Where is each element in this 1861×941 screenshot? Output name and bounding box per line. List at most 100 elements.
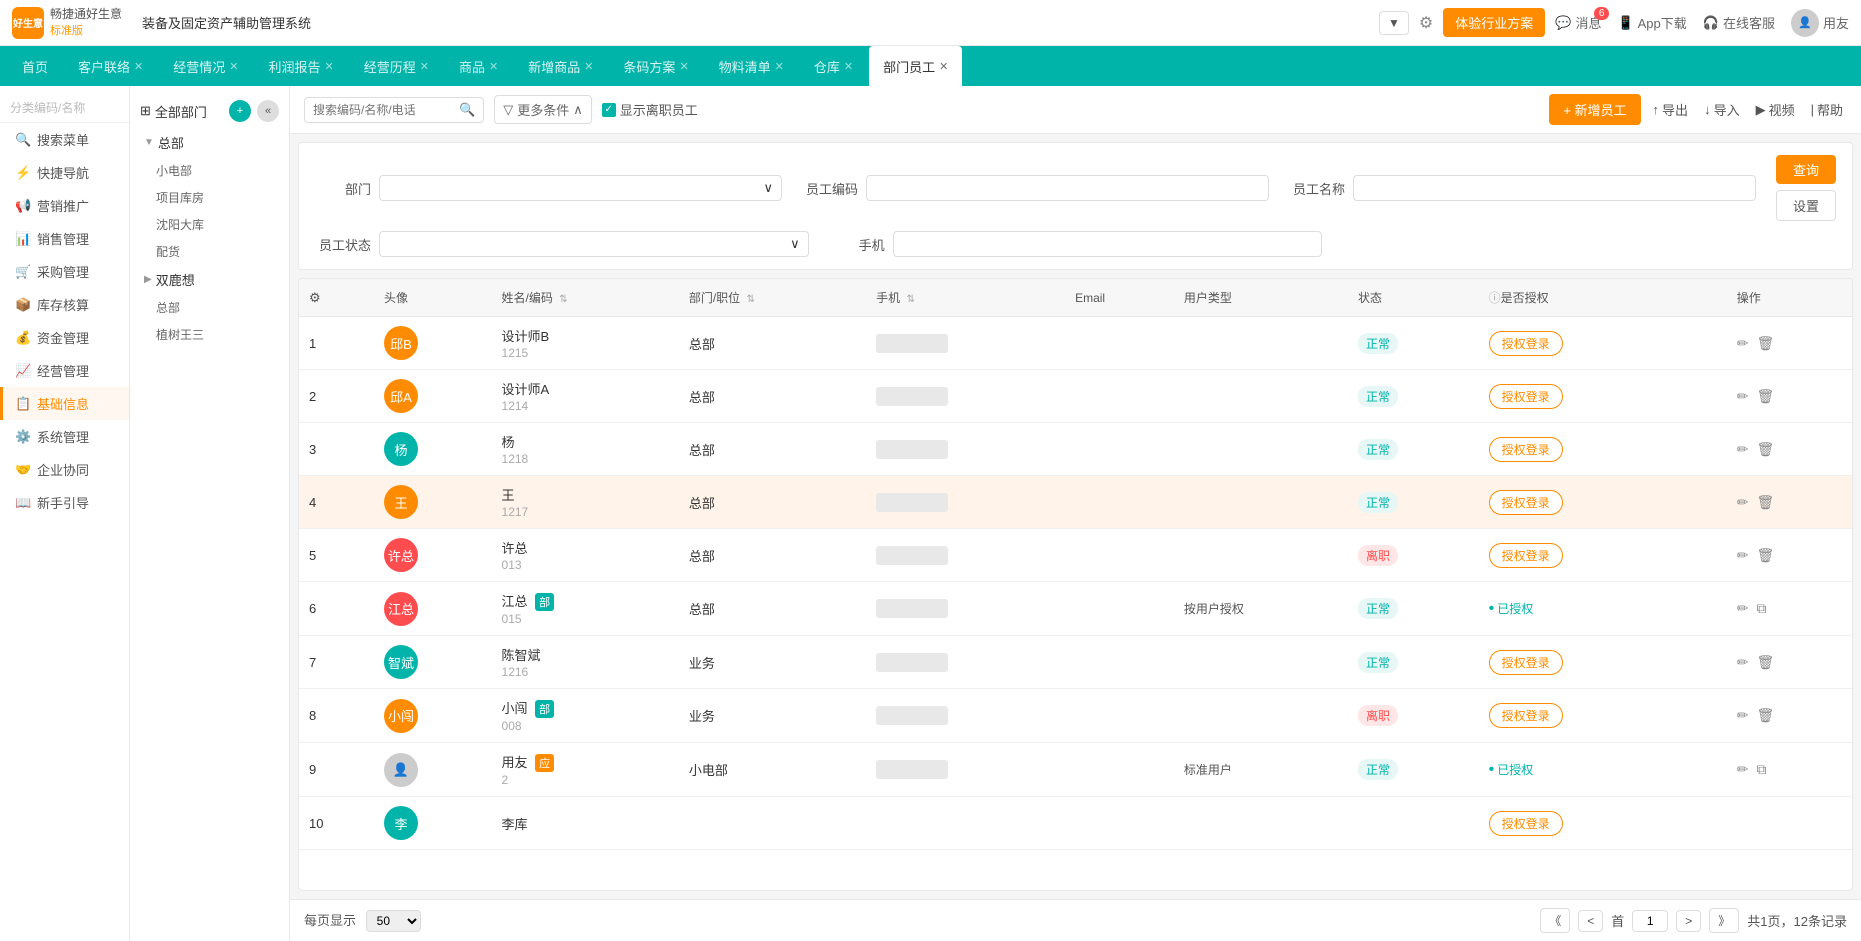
filter-query-btn[interactable]: 查询: [1776, 155, 1836, 184]
sidebar-item-purchase[interactable]: 🛒采购管理: [0, 255, 129, 288]
close-icon[interactable]: ✕: [939, 60, 948, 73]
edit-btn[interactable]: ✏: [1737, 761, 1749, 778]
col-settings[interactable]: ⚙: [299, 279, 374, 317]
sidebar-item-finance[interactable]: 💰资金管理: [0, 321, 129, 354]
auth-btn[interactable]: 授权登录: [1489, 331, 1563, 356]
dept-tree-item-zhishu[interactable]: 植树王三: [130, 321, 289, 348]
sidebar-item-guide[interactable]: 📖新手引导: [0, 486, 129, 519]
filter-set-btn[interactable]: 设置: [1776, 190, 1836, 221]
edit-btn[interactable]: ✏: [1737, 494, 1749, 511]
app-download-btn[interactable]: 📱 App下载: [1617, 13, 1686, 32]
close-icon[interactable]: ✕: [679, 60, 688, 73]
delete-btn[interactable]: 🗑: [1756, 388, 1774, 405]
delete-btn[interactable]: 🗑: [1756, 494, 1774, 511]
close-icon[interactable]: ✕: [775, 60, 784, 73]
tab-goods[interactable]: 商品 ✕: [445, 46, 512, 86]
copy-btn[interactable]: ⧉: [1756, 761, 1766, 778]
sidebar-item-sales[interactable]: 📊销售管理: [0, 222, 129, 255]
sidebar-item-basic[interactable]: 📋基础信息: [0, 387, 129, 420]
filter-phone-input[interactable]: [893, 231, 1323, 257]
tab-department[interactable]: 部门员工 ✕: [869, 46, 962, 86]
close-icon[interactable]: ✕: [489, 60, 498, 73]
search-input[interactable]: [313, 103, 453, 117]
edit-btn[interactable]: ✏: [1737, 441, 1749, 458]
filter-code-input[interactable]: [866, 175, 1269, 201]
gear-icon[interactable]: ⚙: [1419, 13, 1433, 33]
export-btn[interactable]: ↑ 导出: [1649, 96, 1693, 123]
edit-btn[interactable]: ✏: [1737, 388, 1749, 405]
page-size-select[interactable]: 50 100: [366, 910, 421, 932]
tab-material[interactable]: 物料清单 ✕: [705, 46, 798, 86]
dept-tree-item-shuanglu[interactable]: ▶ 双鹿想: [130, 265, 289, 294]
prev-page-btn[interactable]: <: [1578, 910, 1603, 932]
next-page-btn[interactable]: >: [1676, 910, 1701, 932]
import-btn[interactable]: ↓ 导入: [1700, 96, 1744, 123]
sidebar-item-marketing[interactable]: 📢营销推广: [0, 189, 129, 222]
last-page-btn[interactable]: 》: [1709, 908, 1739, 933]
delete-btn[interactable]: 🗑: [1756, 441, 1774, 458]
close-icon[interactable]: ✕: [134, 60, 143, 73]
tab-barcode[interactable]: 条码方案 ✕: [609, 46, 702, 86]
dept-tree-item-zongbu-group[interactable]: ▼ 总部: [130, 128, 289, 157]
filter-status-select[interactable]: ∨: [379, 231, 809, 257]
auth-btn[interactable]: 授权登录: [1489, 811, 1563, 836]
user-menu-btn[interactable]: 👤 用友: [1791, 9, 1849, 37]
sidebar-item-inventory[interactable]: 📦库存核算: [0, 288, 129, 321]
auth-btn[interactable]: 授权登录: [1489, 543, 1563, 568]
help-btn[interactable]: | 帮助: [1807, 96, 1847, 123]
trial-btn[interactable]: 体验行业方案: [1443, 8, 1545, 37]
col-dept[interactable]: 部门/职位 ⇅: [679, 279, 866, 317]
auth-btn[interactable]: 授权登录: [1489, 437, 1563, 462]
dept-tree-item-peihuo[interactable]: 配货: [130, 238, 289, 265]
dept-tree-item-xiaodian[interactable]: 小电部: [130, 157, 289, 184]
edit-btn[interactable]: ✏: [1737, 600, 1749, 617]
auth-btn[interactable]: 授权登录: [1489, 384, 1563, 409]
page-number-input[interactable]: [1632, 910, 1668, 932]
delete-btn[interactable]: 🗑: [1756, 707, 1774, 724]
tab-new-goods[interactable]: 新增商品 ✕: [514, 46, 607, 86]
close-icon[interactable]: ✕: [420, 60, 429, 73]
view-btn[interactable]: ▶ 视频: [1752, 96, 1799, 123]
more-conditions-btn[interactable]: ▽ 更多条件 ∧: [494, 95, 592, 124]
dept-collapse-btn[interactable]: «: [257, 100, 279, 122]
col-name[interactable]: 姓名/编码 ⇅: [492, 279, 679, 317]
tab-warehouse[interactable]: 仓库 ✕: [800, 46, 867, 86]
close-icon[interactable]: ✕: [584, 60, 593, 73]
sidebar-item-management[interactable]: 📈经营管理: [0, 354, 129, 387]
message-btn[interactable]: 💬 消息 6: [1555, 13, 1601, 32]
copy-btn[interactable]: ⧉: [1756, 600, 1766, 617]
sidebar-item-search[interactable]: 🔍搜索菜单: [0, 123, 129, 156]
dept-tree-item-project[interactable]: 项目库房: [130, 184, 289, 211]
sidebar-item-collab[interactable]: 🤝企业协同: [0, 453, 129, 486]
online-service-btn[interactable]: 🎧 在线客服: [1703, 13, 1775, 32]
auth-btn[interactable]: 授权登录: [1489, 650, 1563, 675]
tab-customer[interactable]: 客户联络 ✕: [64, 46, 157, 86]
auth-btn[interactable]: 授权登录: [1489, 490, 1563, 515]
close-icon[interactable]: ✕: [229, 60, 238, 73]
edit-btn[interactable]: ✏: [1737, 654, 1749, 671]
edit-btn[interactable]: ✏: [1737, 707, 1749, 724]
dept-tree-item-zongbu2[interactable]: 总部: [130, 294, 289, 321]
filter-dept-select[interactable]: ∨: [379, 175, 782, 201]
tab-home[interactable]: 首页: [8, 46, 62, 86]
close-icon[interactable]: ✕: [844, 60, 853, 73]
filter-name-input[interactable]: [1353, 175, 1756, 201]
sidebar-item-system[interactable]: ⚙️系统管理: [0, 420, 129, 453]
show-resigned-toggle[interactable]: ✓ 显示离职员工: [602, 100, 698, 119]
delete-btn[interactable]: 🗑: [1756, 335, 1774, 352]
delete-btn[interactable]: 🗑: [1756, 547, 1774, 564]
tab-history[interactable]: 经营历程 ✕: [350, 46, 443, 86]
edit-btn[interactable]: ✏: [1737, 335, 1749, 352]
auth-btn[interactable]: 授权登录: [1489, 703, 1563, 728]
edit-btn[interactable]: ✏: [1737, 547, 1749, 564]
delete-btn[interactable]: 🗑: [1756, 654, 1774, 671]
tab-operation[interactable]: 经营情况 ✕: [159, 46, 252, 86]
dept-tree-item-shenyang[interactable]: 沈阳大库: [130, 211, 289, 238]
sidebar-item-shortcut[interactable]: ⚡快捷导航: [0, 156, 129, 189]
first-page-btn[interactable]: 《: [1540, 908, 1570, 933]
dept-add-btn[interactable]: +: [229, 100, 251, 122]
close-icon[interactable]: ✕: [325, 60, 334, 73]
tab-profit[interactable]: 利润报告 ✕: [254, 46, 347, 86]
system-dropdown-btn[interactable]: ▼: [1379, 11, 1409, 35]
search-icon[interactable]: 🔍: [459, 102, 475, 118]
